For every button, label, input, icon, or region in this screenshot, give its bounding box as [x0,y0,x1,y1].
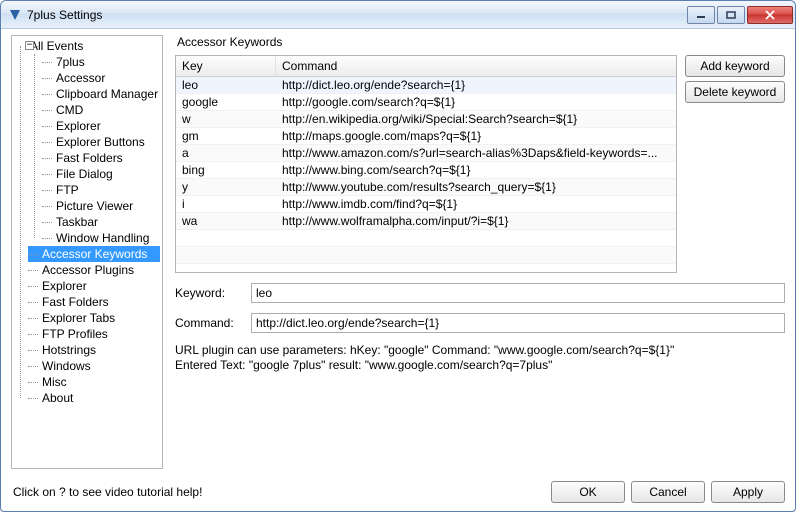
grid-body[interactable]: leohttp://dict.leo.org/ende?search={1}go… [176,77,676,272]
tree-item[interactable]: Fast Folders [28,294,160,310]
table-row-empty [176,230,676,247]
cell-key: y [176,179,276,195]
settings-tree[interactable]: − All Events 7plusAccessorClipboard Mana… [11,35,163,469]
cell-command: http://en.wikipedia.org/wiki/Special:Sea… [276,111,676,127]
tree-item[interactable]: Window Handling [42,230,160,246]
tree-item[interactable]: Explorer Buttons [42,134,160,150]
apply-button[interactable]: Apply [711,481,785,503]
titlebar[interactable]: 7plus Settings [1,1,795,29]
cell-command: http://maps.google.com/maps?q=${1} [276,128,676,144]
tree-item[interactable]: Picture Viewer [42,198,160,214]
tree-item[interactable]: Explorer [28,278,160,294]
table-row[interactable]: binghttp://www.bing.com/search?q=${1} [176,162,676,179]
grid-header[interactable]: Key Command [176,56,676,77]
cell-command: http://google.com/search?q=${1} [276,94,676,110]
minimize-button[interactable] [687,6,715,24]
tree-item[interactable]: Accessor Keywords [28,246,160,262]
tree-item[interactable]: About [28,390,160,406]
cell-command: http://dict.leo.org/ende?search={1} [276,77,676,93]
tree-item[interactable]: Explorer Tabs [28,310,160,326]
window-title: 7plus Settings [27,8,685,22]
ok-button[interactable]: OK [551,481,625,503]
right-pane: Accessor Keywords Key Command leohttp://… [175,35,785,469]
table-row[interactable]: whttp://en.wikipedia.org/wiki/Special:Se… [176,111,676,128]
keywords-grid[interactable]: Key Command leohttp://dict.leo.org/ende?… [175,55,677,273]
add-keyword-button[interactable]: Add keyword [685,55,785,77]
tree-item[interactable]: CMD [42,102,160,118]
cell-key: a [176,145,276,161]
collapse-icon[interactable]: − [25,41,34,50]
cell-command: http://www.bing.com/search?q=${1} [276,162,676,178]
tree-root-item[interactable]: − All Events [28,38,160,54]
table-row[interactable]: googlehttp://google.com/search?q=${1} [176,94,676,111]
cell-command: http://www.wolframalpha.com/input/?i=${1… [276,213,676,229]
tree-item[interactable]: Explorer [42,118,160,134]
help-text: URL plugin can use parameters: hKey: "go… [175,343,785,373]
cell-key: gm [176,128,276,144]
footer-hint: Click on ? to see video tutorial help! [11,485,551,499]
cell-command: http://www.imdb.com/find?q=${1} [276,196,676,212]
command-input[interactable] [251,313,785,333]
cell-command: http://www.youtube.com/results?search_qu… [276,179,676,195]
cell-key: leo [176,77,276,93]
cell-key: i [176,196,276,212]
cell-key: w [176,111,276,127]
table-row-empty [176,264,676,272]
tree-item[interactable]: Windows [28,358,160,374]
cell-key: bing [176,162,276,178]
tree-item[interactable]: Misc [28,374,160,390]
tree-item[interactable]: Accessor [42,70,160,86]
table-row[interactable]: leohttp://dict.leo.org/ende?search={1} [176,77,676,94]
section-title: Accessor Keywords [177,35,785,49]
tree-item[interactable]: 7plus [42,54,160,70]
client-area: − All Events 7plusAccessorClipboard Mana… [1,29,795,511]
maximize-button[interactable] [717,6,745,24]
tree-item[interactable]: Hotstrings [28,342,160,358]
tree-item[interactable]: FTP Profiles [28,326,160,342]
tree-item[interactable]: File Dialog [42,166,160,182]
tree-item[interactable]: FTP [42,182,160,198]
table-row[interactable]: yhttp://www.youtube.com/results?search_q… [176,179,676,196]
footer: Click on ? to see video tutorial help! O… [11,477,785,503]
column-header-command[interactable]: Command [276,56,676,76]
settings-window: 7plus Settings − All Events 7p [0,0,796,512]
command-label: Command: [175,316,243,330]
cell-key: wa [176,213,276,229]
tree-item-label: All Events [30,39,83,53]
app-icon [7,7,23,23]
cancel-button[interactable]: Cancel [631,481,705,503]
tree-item[interactable]: Fast Folders [42,150,160,166]
tree-item[interactable]: Accessor Plugins [28,262,160,278]
column-header-key[interactable]: Key [176,56,276,76]
keyword-label: Keyword: [175,286,243,300]
close-button[interactable] [747,6,793,24]
cell-key: google [176,94,276,110]
table-row[interactable]: ihttp://www.imdb.com/find?q=${1} [176,196,676,213]
table-row[interactable]: gmhttp://maps.google.com/maps?q=${1} [176,128,676,145]
tree-item[interactable]: Clipboard Manager [42,86,160,102]
table-row[interactable]: ahttp://www.amazon.com/s?url=search-alia… [176,145,676,162]
help-line: URL plugin can use parameters: hKey: "go… [175,343,785,358]
help-line: Entered Text: "google 7plus" result: "ww… [175,358,785,373]
cell-command: http://www.amazon.com/s?url=search-alias… [276,145,676,161]
tree-item[interactable]: Taskbar [42,214,160,230]
table-row-empty [176,247,676,264]
keyword-input[interactable] [251,283,785,303]
delete-keyword-button[interactable]: Delete keyword [685,81,785,103]
table-row[interactable]: wahttp://www.wolframalpha.com/input/?i=$… [176,213,676,230]
